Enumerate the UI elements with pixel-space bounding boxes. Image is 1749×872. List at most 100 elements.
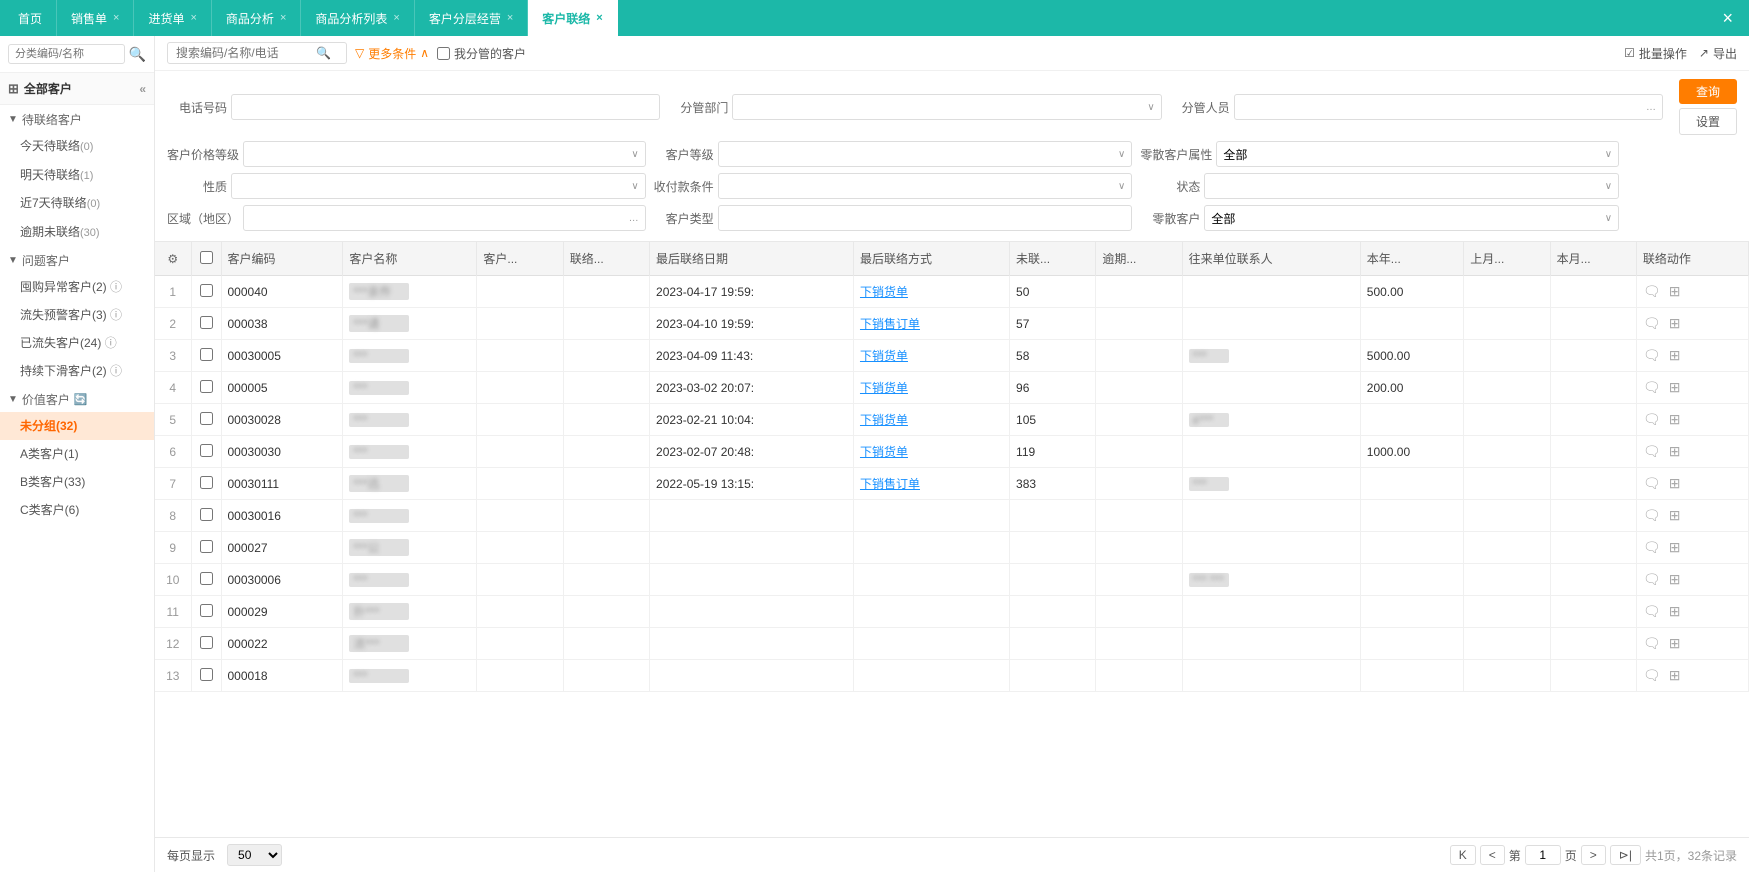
my-customers-checkbox[interactable]: 我分管的客户 xyxy=(437,45,526,62)
row-checkbox-cell[interactable] xyxy=(191,308,221,340)
tab-purchase[interactable]: 进货单 × xyxy=(134,0,211,36)
search-icon[interactable]: 🔍 xyxy=(129,46,146,63)
sidebar-item-today-pending[interactable]: 今天待联络(0) xyxy=(0,132,154,161)
last-contact-way[interactable]: 下销售订单 xyxy=(853,468,1009,500)
retail-customer-select[interactable]: 全部 ∨ xyxy=(1204,205,1619,231)
row-checkbox-cell[interactable] xyxy=(191,340,221,372)
query-button[interactable]: 查询 xyxy=(1679,79,1737,104)
row-checkbox-cell[interactable] xyxy=(191,628,221,660)
row-checkbox[interactable] xyxy=(200,636,213,649)
more-action-icon[interactable]: ⊞ xyxy=(1669,379,1681,396)
phone-action-icon[interactable]: 🗨 xyxy=(1643,315,1661,332)
phone-action-icon[interactable]: 🗨 xyxy=(1643,475,1661,492)
last-contact-way[interactable] xyxy=(853,596,1009,628)
all-customers-header[interactable]: ⊞ 全部客户 « xyxy=(0,73,154,105)
dept-select[interactable]: ∨ xyxy=(732,94,1161,120)
page-size-select[interactable]: 50 20 100 xyxy=(227,844,282,866)
row-checkbox[interactable] xyxy=(200,572,213,585)
more-action-icon[interactable]: ⊞ xyxy=(1669,635,1681,652)
phone-action-icon[interactable]: 🗨 xyxy=(1643,571,1661,588)
sidebar-item-class-a[interactable]: A类客户(1) xyxy=(0,440,154,468)
first-page-button[interactable]: K xyxy=(1450,845,1476,865)
last-contact-way[interactable]: 下销货单 xyxy=(853,404,1009,436)
last-page-button[interactable]: ⊳| xyxy=(1610,845,1641,865)
reset-button[interactable]: 设置 xyxy=(1679,108,1737,135)
prev-page-button[interactable]: < xyxy=(1480,845,1505,865)
close-icon[interactable]: × xyxy=(596,12,602,24)
more-action-icon[interactable]: ⊞ xyxy=(1669,283,1681,300)
customer-name[interactable]: 扑*** xyxy=(343,596,477,628)
th-checkbox[interactable] xyxy=(191,242,221,276)
last-contact-way[interactable] xyxy=(853,564,1009,596)
row-checkbox-cell[interactable] xyxy=(191,468,221,500)
more-action-icon[interactable]: ⊞ xyxy=(1669,347,1681,364)
row-checkbox[interactable] xyxy=(200,444,213,457)
sidebar-item-overdue-contact[interactable]: 逾期未联络(30) xyxy=(0,218,154,247)
status-select[interactable]: ∨ xyxy=(1204,173,1619,199)
more-action-icon[interactable]: ⊞ xyxy=(1669,443,1681,460)
more-action-icon[interactable]: ⊞ xyxy=(1669,539,1681,556)
more-action-icon[interactable]: ⊞ xyxy=(1669,603,1681,620)
payment-select[interactable]: ∨ xyxy=(718,173,1133,199)
gender-select[interactable]: ∨ xyxy=(231,173,646,199)
row-checkbox-cell[interactable] xyxy=(191,436,221,468)
phone-action-icon[interactable]: 🗨 xyxy=(1643,507,1661,524)
row-checkbox-cell[interactable] xyxy=(191,276,221,308)
section-problem-customers[interactable]: ▼ 问题客户 xyxy=(0,246,154,273)
person-select[interactable]: … xyxy=(1234,94,1663,120)
close-window-button[interactable]: × xyxy=(1714,8,1741,29)
row-checkbox[interactable] xyxy=(200,604,213,617)
more-conditions-button[interactable]: ▽ 更多条件 ∧ xyxy=(355,45,429,62)
close-icon[interactable]: × xyxy=(393,12,399,24)
export-button[interactable]: ↗ 导出 xyxy=(1699,45,1737,62)
last-contact-way[interactable]: 下销货单 xyxy=(853,436,1009,468)
customer-name[interactable]: *** xyxy=(343,564,477,596)
row-checkbox[interactable] xyxy=(200,540,213,553)
my-customers-check[interactable] xyxy=(437,47,450,60)
phone-action-icon[interactable]: 🗨 xyxy=(1643,411,1661,428)
sidebar-item-7days-pending[interactable]: 近7天待联络(0) xyxy=(0,189,154,218)
last-contact-way[interactable]: 下销货单 xyxy=(853,276,1009,308)
row-checkbox-cell[interactable] xyxy=(191,404,221,436)
price-level-select[interactable]: ∨ xyxy=(243,141,646,167)
more-action-icon[interactable]: ⊞ xyxy=(1669,571,1681,588)
phone-action-icon[interactable]: 🗨 xyxy=(1643,603,1661,620)
customer-name[interactable]: *** xyxy=(343,500,477,532)
more-action-icon[interactable]: ⊞ xyxy=(1669,411,1681,428)
sidebar-item-class-c[interactable]: C类客户(6) xyxy=(0,496,154,524)
phone-action-icon[interactable]: 🗨 xyxy=(1643,635,1661,652)
customer-name[interactable]: 浓*** xyxy=(343,628,477,660)
row-checkbox[interactable] xyxy=(200,380,213,393)
customer-name[interactable]: *** xyxy=(343,660,477,692)
customer-name[interactable]: *** xyxy=(343,404,477,436)
phone-action-icon[interactable]: 🗨 xyxy=(1643,379,1661,396)
batch-operation-button[interactable]: ☑ 批量操作 xyxy=(1624,45,1687,62)
row-checkbox[interactable] xyxy=(200,668,213,681)
more-action-icon[interactable]: ⊞ xyxy=(1669,507,1681,524)
sidebar-item-churn-warning[interactable]: 流失预警客户(3) ⓘ xyxy=(0,301,154,329)
row-checkbox-cell[interactable] xyxy=(191,564,221,596)
next-page-button[interactable]: > xyxy=(1581,845,1606,865)
customer-name[interactable]: *** xyxy=(343,436,477,468)
row-checkbox-cell[interactable] xyxy=(191,372,221,404)
row-checkbox-cell[interactable] xyxy=(191,500,221,532)
section-pending-contact[interactable]: ▼ 待联络客户 xyxy=(0,105,154,132)
page-number-input[interactable] xyxy=(1525,845,1561,865)
last-contact-way[interactable] xyxy=(853,500,1009,532)
customer-type-select[interactable] xyxy=(718,205,1133,231)
phone-action-icon[interactable]: 🗨 xyxy=(1643,283,1661,300)
settings-icon[interactable]: ⚙ xyxy=(167,252,178,266)
sidebar-item-unclassified[interactable]: 未分组(32) xyxy=(0,412,154,440)
sidebar-item-abnormal-purchase[interactable]: 囤购异常客户(2) ⓘ xyxy=(0,273,154,301)
customer-name[interactable]: ***公 xyxy=(343,532,477,564)
tab-product-analysis[interactable]: 商品分析 × xyxy=(212,0,301,36)
customer-name[interactable]: ***迅 xyxy=(343,468,477,500)
retail-attr-select[interactable]: 全部 ∨ xyxy=(1216,141,1619,167)
close-icon[interactable]: × xyxy=(507,12,513,24)
more-action-icon[interactable]: ⊞ xyxy=(1669,475,1681,492)
tab-customer-segmentation[interactable]: 客户分层经营 × xyxy=(415,0,528,36)
section-value-customers[interactable]: ▼ 价值客户 🔄 xyxy=(0,385,154,412)
select-all-checkbox[interactable] xyxy=(200,251,213,264)
collapse-icon[interactable]: « xyxy=(139,82,146,96)
sidebar-item-class-b[interactable]: B类客户(33) xyxy=(0,468,154,496)
